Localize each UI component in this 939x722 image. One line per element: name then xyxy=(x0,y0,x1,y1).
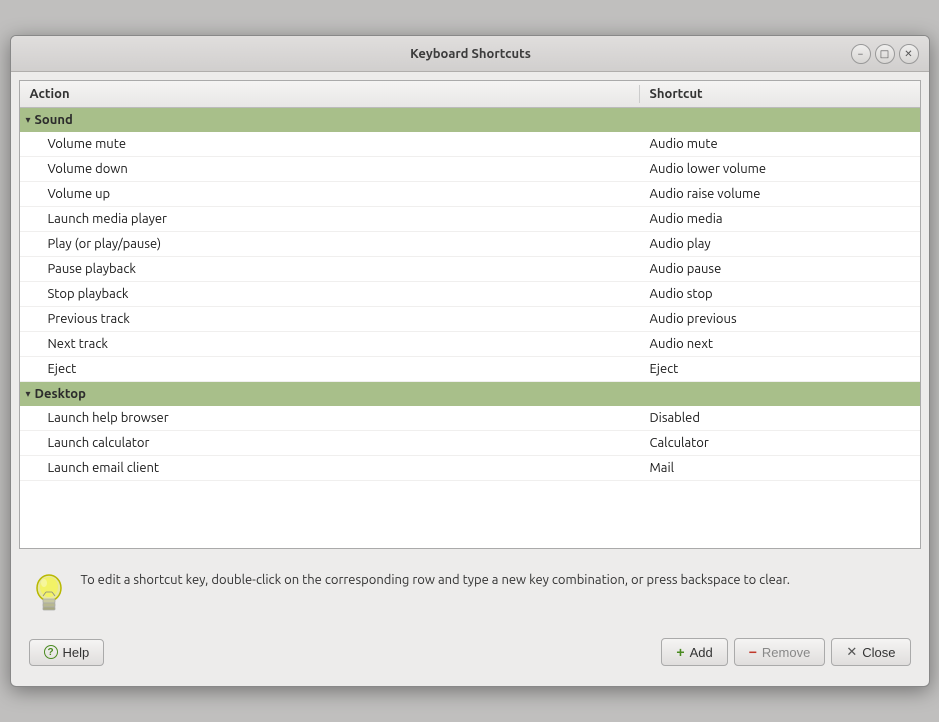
help-label: Help xyxy=(63,645,90,660)
action-cell: Stop playback xyxy=(20,287,640,301)
shortcut-cell: Mail xyxy=(640,461,920,475)
action-cell: Volume mute xyxy=(20,137,640,151)
shortcut-cell: Eject xyxy=(640,362,920,376)
action-cell: Volume down xyxy=(20,162,640,176)
keyboard-shortcuts-window: Keyboard Shortcuts − □ ✕ Action Shortcut xyxy=(10,35,930,687)
table-row[interactable]: Stop playback Audio stop xyxy=(20,282,920,307)
action-cell: Previous track xyxy=(20,312,640,326)
table-row[interactable]: Volume up Audio raise volume xyxy=(20,182,920,207)
action-cell: Next track xyxy=(20,337,640,351)
button-row: ? Help + Add − Remove ✕ Close xyxy=(19,630,921,678)
remove-label: Remove xyxy=(762,645,810,660)
close-x-icon: ✕ xyxy=(846,644,857,660)
action-cell: Pause playback xyxy=(20,262,640,276)
add-icon: + xyxy=(676,644,684,660)
help-button[interactable]: ? Help xyxy=(29,639,105,666)
table-row[interactable]: Play (or play/pause) Audio play xyxy=(20,232,920,257)
shortcuts-table: Action Shortcut ▾ Sound Volume mute Audi… xyxy=(19,80,921,549)
table-row[interactable]: Volume mute Audio mute xyxy=(20,132,920,157)
shortcut-cell: Audio stop xyxy=(640,287,920,301)
hint-section: To edit a shortcut key, double-click on … xyxy=(19,559,921,630)
shortcut-cell: Calculator xyxy=(640,436,920,450)
group-row-sound[interactable]: ▾ Sound xyxy=(20,108,920,132)
add-label: Add xyxy=(690,645,713,660)
add-button[interactable]: + Add xyxy=(661,638,727,666)
shortcut-cell: Audio raise volume xyxy=(640,187,920,201)
group-expand-arrow-desktop: ▾ xyxy=(26,388,31,400)
lightbulb-icon xyxy=(31,570,67,620)
shortcut-column-header: Shortcut xyxy=(640,85,920,103)
table-row[interactable]: Launch help browser Disabled xyxy=(20,406,920,431)
help-icon: ? xyxy=(44,645,58,659)
group-expand-arrow-sound: ▾ xyxy=(26,114,31,126)
hint-text: To edit a shortcut key, double-click on … xyxy=(81,567,791,591)
table-row[interactable]: Pause playback Audio pause xyxy=(20,257,920,282)
shortcut-cell: Audio media xyxy=(640,212,920,226)
close-button-bottom[interactable]: ✕ Close xyxy=(831,638,910,666)
shortcut-cell: Audio lower volume xyxy=(640,162,920,176)
minimize-button[interactable]: − xyxy=(851,44,871,64)
window-controls: − □ ✕ xyxy=(851,44,919,64)
action-column-header: Action xyxy=(20,85,640,103)
shortcut-cell: Audio previous xyxy=(640,312,920,326)
window-title: Keyboard Shortcuts xyxy=(91,47,851,61)
shortcut-cell: Audio pause xyxy=(640,262,920,276)
group-label-desktop: Desktop xyxy=(35,387,86,401)
maximize-icon: □ xyxy=(880,48,889,60)
table-row[interactable]: Eject Eject xyxy=(20,357,920,382)
window-content: Action Shortcut ▾ Sound Volume mute Audi… xyxy=(11,72,929,686)
group-row-desktop[interactable]: ▾ Desktop xyxy=(20,382,920,406)
shortcut-cell: Disabled xyxy=(640,411,920,425)
action-buttons: + Add − Remove ✕ Close xyxy=(661,638,910,666)
group-label-sound: Sound xyxy=(35,113,73,127)
table-row[interactable]: Previous track Audio previous xyxy=(20,307,920,332)
remove-icon: − xyxy=(749,644,757,660)
close-button[interactable]: ✕ xyxy=(899,44,919,64)
titlebar: Keyboard Shortcuts − □ ✕ xyxy=(11,36,929,72)
close-icon: ✕ xyxy=(904,48,912,60)
action-cell: Launch calculator xyxy=(20,436,640,450)
maximize-button[interactable]: □ xyxy=(875,44,895,64)
shortcut-cell: Audio next xyxy=(640,337,920,351)
action-cell: Eject xyxy=(20,362,640,376)
action-cell: Play (or play/pause) xyxy=(20,237,640,251)
shortcut-cell: Audio mute xyxy=(640,137,920,151)
table-header: Action Shortcut xyxy=(20,81,920,108)
action-cell: Launch help browser xyxy=(20,411,640,425)
action-cell: Volume up xyxy=(20,187,640,201)
table-row[interactable]: Volume down Audio lower volume xyxy=(20,157,920,182)
close-label: Close xyxy=(862,645,895,660)
action-cell: Launch media player xyxy=(20,212,640,226)
remove-button[interactable]: − Remove xyxy=(734,638,826,666)
table-row[interactable]: Launch media player Audio media xyxy=(20,207,920,232)
hint-icon-area xyxy=(29,567,69,622)
table-row[interactable]: Launch calculator Calculator xyxy=(20,431,920,456)
table-row[interactable]: Next track Audio next xyxy=(20,332,920,357)
action-cell: Launch email client xyxy=(20,461,640,475)
table-row[interactable]: Launch email client Mail xyxy=(20,456,920,481)
shortcut-cell: Audio play xyxy=(640,237,920,251)
table-scroll-area[interactable]: ▾ Sound Volume mute Audio mute Volume do… xyxy=(20,108,920,548)
minimize-icon: − xyxy=(858,48,864,59)
